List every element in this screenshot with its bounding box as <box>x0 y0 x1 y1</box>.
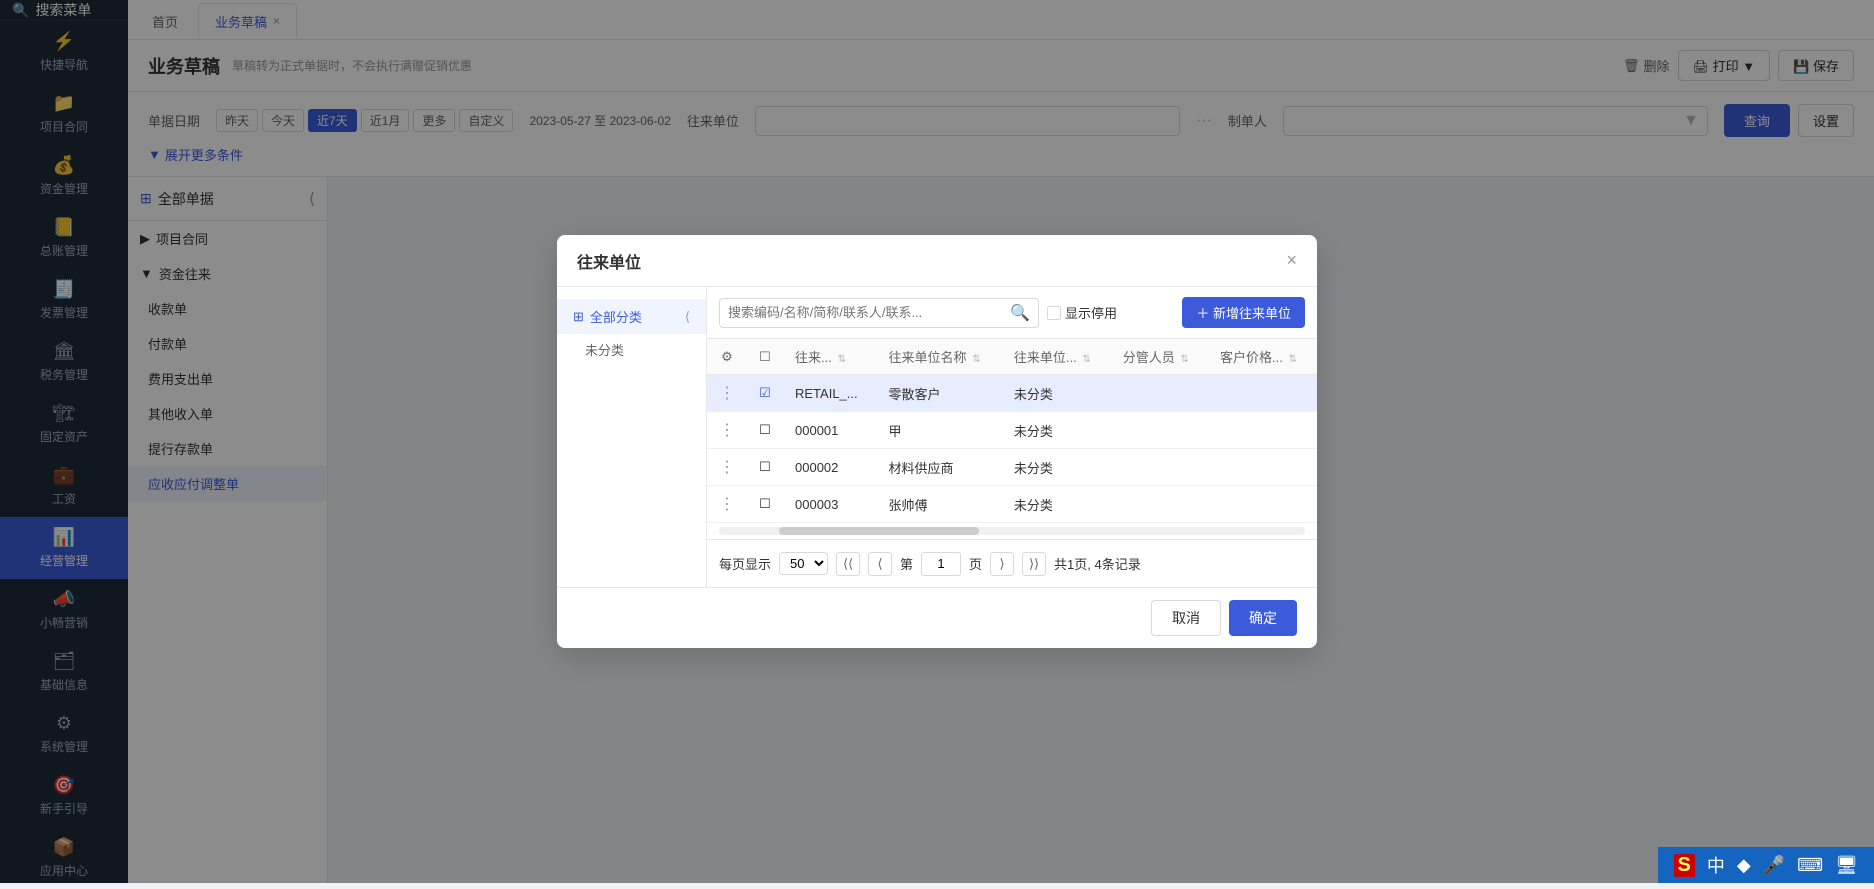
cat-item-all[interactable]: ⊞ 全部分类 ⟨ <box>557 299 706 334</box>
show-disabled-checkbox[interactable] <box>1047 306 1061 320</box>
partner-search-input[interactable] <box>728 305 1006 320</box>
row-name-3: 材料供应商 <box>877 449 1002 486</box>
grid-icon: ⊞ <box>573 309 584 325</box>
row-setting-2[interactable]: ⋮ <box>707 412 747 449</box>
per-page-label: 每页显示 <box>719 554 771 573</box>
taskbar-keyboard-icon[interactable]: ⌨ <box>1797 855 1823 876</box>
taskbar-s-icon[interactable]: S <box>1674 854 1695 877</box>
partner-data-table: ⚙ ☐ 往来... ⇅ 往来单位名称 ⇅ <box>707 339 1317 523</box>
taskbar-mic-icon[interactable]: 🎤 <box>1763 855 1785 876</box>
dots-icon: ⋮ <box>719 385 735 402</box>
cat-item-uncat[interactable]: 未分类 <box>557 334 706 365</box>
total-info: 共1页, 4条记录 <box>1054 554 1141 573</box>
row-price-1 <box>1208 375 1317 412</box>
row-name-2: 甲 <box>877 412 1002 449</box>
row-category-2: 未分类 <box>1002 412 1111 449</box>
row-checkbox-2[interactable]: ☐ <box>747 412 783 449</box>
taskbar: S 中 ◆ 🎤 ⌨ 🖥 <box>1658 847 1874 883</box>
dialog-toolbar: 🔍 显示停用 ＋ 新增往来单位 <box>707 287 1317 339</box>
col-header-category[interactable]: 往来单位... ⇅ <box>1002 339 1111 375</box>
partner-search-wrap: 🔍 <box>719 298 1039 328</box>
page-last-button[interactable]: ⟩⟩ <box>1022 552 1046 576</box>
search-icon: 🔍 <box>1010 303 1030 323</box>
row-name-4: 张帅傅 <box>877 486 1002 523</box>
show-disabled-text: 显示停用 <box>1065 303 1117 322</box>
row-code-2: 000001 <box>783 412 877 449</box>
cat-item-label: 未分类 <box>585 343 624 358</box>
col-header-name[interactable]: 往来单位名称 ⇅ <box>877 339 1002 375</box>
partner-dialog: 往来单位 × ⊞ 全部分类 ⟨ 未分类 <box>557 235 1317 648</box>
taskbar-monitor-icon[interactable]: 🖥 <box>1835 855 1858 876</box>
row-manager-3 <box>1111 449 1208 486</box>
col-header-setting[interactable]: ⚙ <box>707 339 747 375</box>
row-setting-3[interactable]: ⋮ <box>707 449 747 486</box>
sort-icon-code: ⇅ <box>837 354 845 365</box>
page-next-button[interactable]: ⟩ <box>990 552 1014 576</box>
col-header-checkbox[interactable]: ☐ <box>747 339 783 375</box>
dialog-body: ⊞ 全部分类 ⟨ 未分类 🔍 显示停用 <box>557 287 1317 587</box>
row-code-4: 000003 <box>783 486 877 523</box>
dialog-close-button[interactable]: × <box>1286 250 1297 271</box>
per-page-select[interactable]: 50 <box>779 552 828 575</box>
col-header-price[interactable]: 客户价格... ⇅ <box>1208 339 1317 375</box>
row-checkbox-1[interactable]: ☑ <box>747 375 783 412</box>
dots-icon: ⋮ <box>719 459 735 476</box>
row-checkbox-4[interactable]: ☐ <box>747 486 783 523</box>
dialog-categories: ⊞ 全部分类 ⟨ 未分类 <box>557 287 707 587</box>
partner-table: ⚙ ☐ 往来... ⇅ 往来单位名称 ⇅ <box>707 339 1317 523</box>
sort-icon-category: ⇅ <box>1082 354 1090 365</box>
row-price-3 <box>1208 449 1317 486</box>
cat-item-label: 全部分类 <box>590 307 642 326</box>
dots-icon: ⋮ <box>719 496 735 513</box>
table-row[interactable]: ⋮ ☐ 000002 材料供应商 未分类 <box>707 449 1317 486</box>
page-label: 第 <box>900 554 913 573</box>
col-header-code[interactable]: 往来... ⇅ <box>783 339 877 375</box>
page-prev-button[interactable]: ⟨ <box>868 552 892 576</box>
row-manager-2 <box>1111 412 1208 449</box>
page-unit: 页 <box>969 554 982 573</box>
taskbar-lang-icon[interactable]: 中 <box>1707 852 1725 878</box>
row-code-1: RETAIL_... <box>783 375 877 412</box>
dialog-header: 往来单位 × <box>557 235 1317 287</box>
table-row[interactable]: ⋮ ☐ 000003 张帅傅 未分类 <box>707 486 1317 523</box>
row-code-3: 000002 <box>783 449 877 486</box>
page-number-input[interactable] <box>921 552 961 576</box>
row-setting-1[interactable]: ⋮ <box>707 375 747 412</box>
pagination: 每页显示 50 ⟨⟨ ⟨ 第 页 ⟩ ⟩⟩ 共1页, 4条记录 <box>707 539 1317 587</box>
taskbar-diamond-icon[interactable]: ◆ <box>1737 855 1751 876</box>
dialog-footer: 取消 确定 <box>557 587 1317 648</box>
row-category-1: 未分类 <box>1002 375 1111 412</box>
sort-icon-price: ⇅ <box>1288 354 1296 365</box>
row-setting-4[interactable]: ⋮ <box>707 486 747 523</box>
row-price-4 <box>1208 486 1317 523</box>
row-price-2 <box>1208 412 1317 449</box>
dialog-title: 往来单位 <box>577 249 641 273</box>
scroll-thumb[interactable] <box>779 527 979 535</box>
show-disabled-label[interactable]: 显示停用 <box>1047 303 1117 322</box>
sort-icon-name: ⇅ <box>972 354 980 365</box>
row-checkbox-3[interactable]: ☐ <box>747 449 783 486</box>
table-header-row: ⚙ ☐ 往来... ⇅ 往来单位名称 ⇅ <box>707 339 1317 375</box>
row-manager-1 <box>1111 375 1208 412</box>
collapse-left-button[interactable]: ⟨ <box>685 309 690 325</box>
row-name-1: 零散客户 <box>877 375 1002 412</box>
confirm-button[interactable]: 确定 <box>1229 600 1297 636</box>
row-manager-4 <box>1111 486 1208 523</box>
row-category-4: 未分类 <box>1002 486 1111 523</box>
dialog-right: 🔍 显示停用 ＋ 新增往来单位 ⚙ ☐ <box>707 287 1317 587</box>
sort-icon-manager: ⇅ <box>1180 354 1188 365</box>
table-row[interactable]: ⋮ ☑ RETAIL_... 零散客户 未分类 <box>707 375 1317 412</box>
table-row[interactable]: ⋮ ☐ 000001 甲 未分类 <box>707 412 1317 449</box>
dialog-overlay[interactable]: 往来单位 × ⊞ 全部分类 ⟨ 未分类 <box>0 0 1874 883</box>
page-first-button[interactable]: ⟨⟨ <box>836 552 860 576</box>
horizontal-scrollbar[interactable] <box>719 527 1305 535</box>
cancel-button[interactable]: 取消 <box>1151 600 1221 636</box>
add-partner-button[interactable]: ＋ 新增往来单位 <box>1182 297 1305 328</box>
col-header-manager[interactable]: 分管人员 ⇅ <box>1111 339 1208 375</box>
row-category-3: 未分类 <box>1002 449 1111 486</box>
dots-icon: ⋮ <box>719 422 735 439</box>
